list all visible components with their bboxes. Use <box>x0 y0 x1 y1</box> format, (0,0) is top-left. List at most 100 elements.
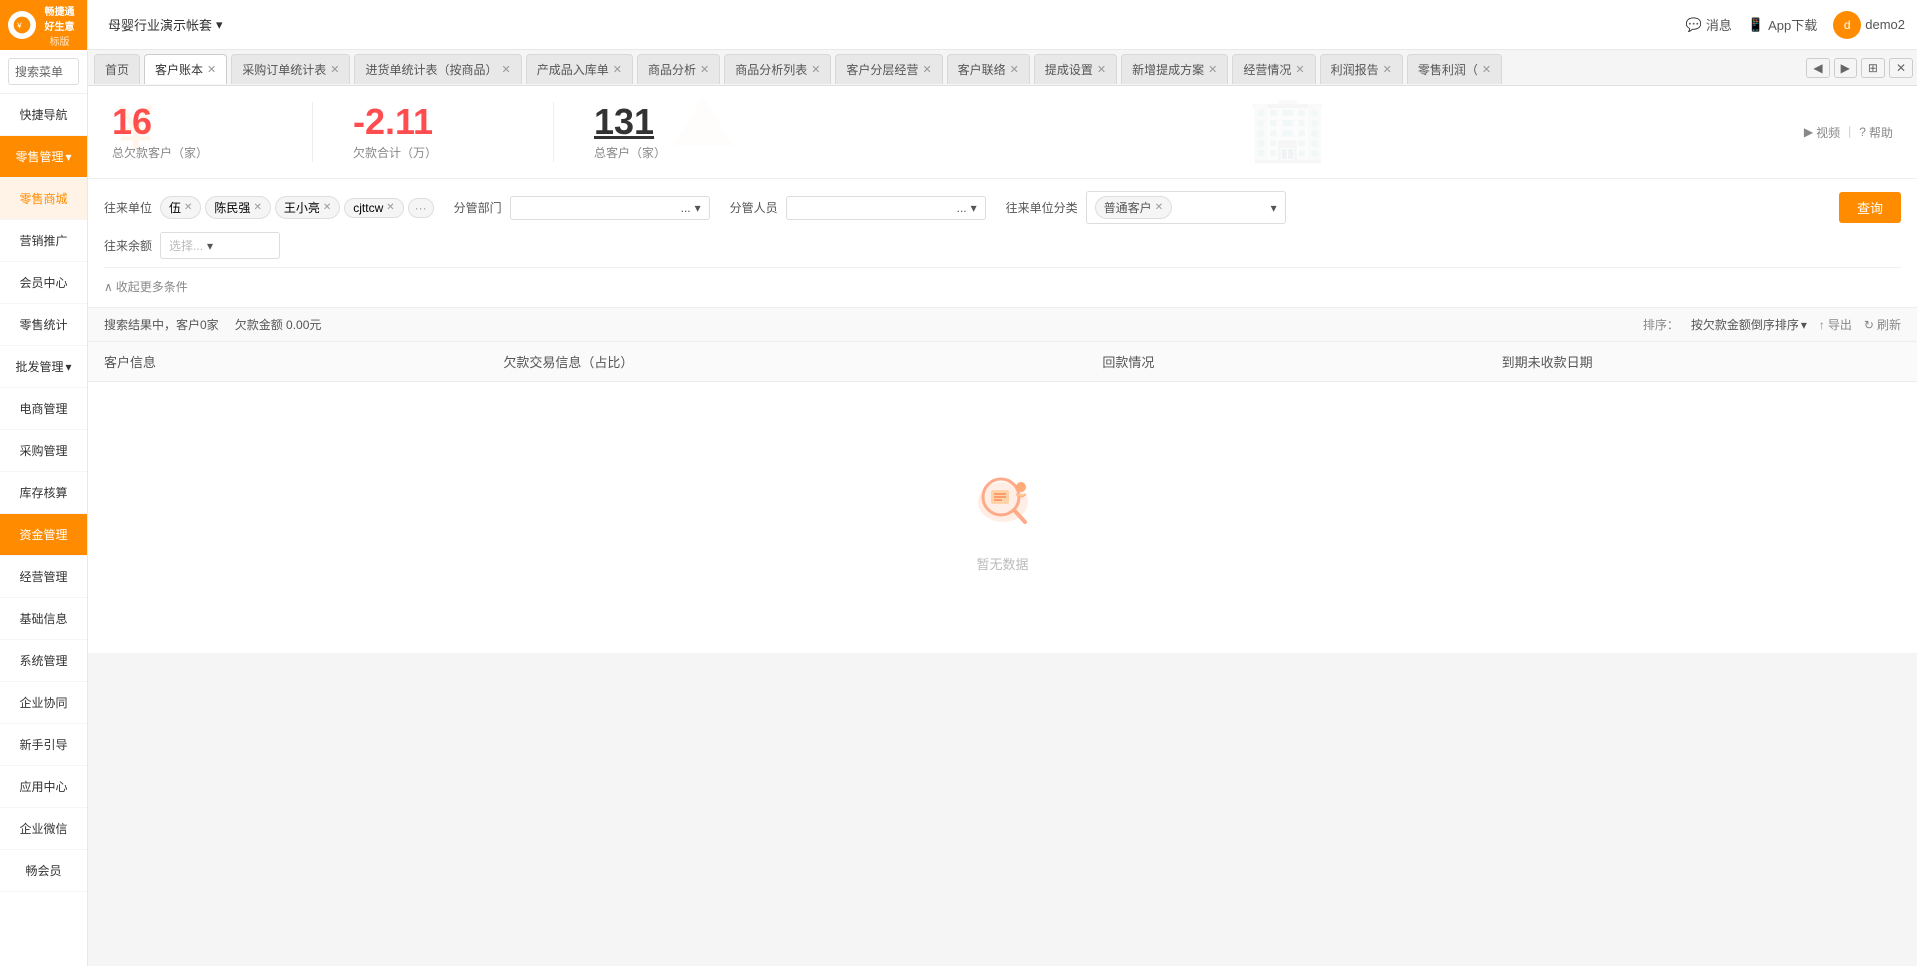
sidebar-item-retail-stats[interactable]: 零售统计 <box>0 304 87 346</box>
chevron-down-icon: ▾ <box>65 150 71 164</box>
sidebar-item-procurement[interactable]: 采购管理 <box>0 430 87 472</box>
tab-close-purchase-order-stats[interactable]: ✕ <box>330 63 339 76</box>
sidebar-item-enterprise-coop[interactable]: 企业协同 <box>0 682 87 724</box>
tab-nav-left[interactable]: ◀ <box>1806 58 1829 78</box>
unit-type-tag: 普通客户 ✕ <box>1095 196 1172 219</box>
stat-total-debt-amount: -2.11 欠款合计（万） <box>353 104 513 161</box>
stat-debt-amount-label: 欠款合计（万） <box>353 144 437 161</box>
tab-close-customer-tier[interactable]: ✕ <box>922 63 931 76</box>
tab-close-operations-status[interactable]: ✕ <box>1295 63 1304 76</box>
filter-collapse-btn[interactable]: ∧ 收起更多条件 <box>104 278 1901 295</box>
stat-bg-icon-2: ✦ <box>668 91 738 176</box>
stat-bg-icon-1: ¥ <box>118 91 154 165</box>
tab-inventory-stats[interactable]: 进货单统计表（按商品） ✕ <box>354 54 521 84</box>
help-btn[interactable]: ? 帮助 <box>1859 124 1893 141</box>
stats-actions: ▶ 视频 | ? 帮助 <box>1804 124 1893 141</box>
refresh-button[interactable]: ↻ 刷新 <box>1864 316 1901 333</box>
stat-bg-icon-3: 🏢 <box>1248 91 1328 166</box>
sidebar-item-wholesale[interactable]: 批发管理 ▾ <box>0 346 87 388</box>
tab-close-inventory-stats[interactable]: ✕ <box>502 63 511 76</box>
sidebar-item-enterprise-wechat[interactable]: 企业微信 <box>0 808 87 850</box>
export-button[interactable]: ↑ 导出 <box>1819 316 1852 333</box>
sidebar-item-inventory[interactable]: 库存核算 <box>0 472 87 514</box>
sidebar-item-retail-management[interactable]: 零售管理 ▾ <box>0 136 87 178</box>
tab-customer-tier[interactable]: 客户分层经营 ✕ <box>835 54 942 84</box>
sidebar: ¥ 畅捷通好生意 标版 搜索菜单 快捷导航 零售管理 ▾ 零售商城 营销推广 会… <box>0 0 88 966</box>
tab-close-retail-profit[interactable]: ✕ <box>1482 63 1491 76</box>
stat-divider-1 <box>312 102 313 162</box>
balance-filter-select[interactable]: 选择... ▾ <box>160 232 280 259</box>
tab-add-commission[interactable]: 新增提成方案 ✕ <box>1121 54 1228 84</box>
refresh-icon: ↻ <box>1864 318 1874 332</box>
tab-customer-ledger[interactable]: 客户账本 ✕ <box>144 54 227 84</box>
filter-more-tags[interactable]: ··· <box>408 198 434 218</box>
tab-close-customer-contact[interactable]: ✕ <box>1010 63 1019 76</box>
sidebar-item-vip-member[interactable]: 畅会员 <box>0 850 87 892</box>
sidebar-item-basic-info[interactable]: 基础信息 <box>0 598 87 640</box>
sidebar-item-ecommerce[interactable]: 电商管理 <box>0 388 87 430</box>
filter-unit-tags: 伍 ✕ 陈民强 ✕ 王小亮 ✕ cjttcw ✕ ··· <box>160 196 434 219</box>
version-selector[interactable]: 母婴行业演示帐套 ▾ <box>100 15 231 34</box>
table-header: 客户信息 欠款交易信息（占比） 回款情况 到期未收款日期 <box>88 342 1917 382</box>
tab-close-all[interactable]: ✕ <box>1889 58 1913 78</box>
results-actions: 排序： 按欠款金额倒序排序 ▾ ↑ 导出 ↻ 刷新 <box>1643 316 1901 333</box>
filter-tag-cjttcw-close[interactable]: ✕ <box>386 202 394 213</box>
tab-home[interactable]: 首页 <box>94 54 140 84</box>
messages-button[interactable]: 💬 消息 <box>1686 15 1732 34</box>
filter-tag-chen-close[interactable]: ✕ <box>253 202 261 213</box>
stat-debt-amount-value: -2.11 <box>353 104 433 140</box>
app-title: 畅捷通好生意 <box>40 3 79 33</box>
filter-tag-wu-close[interactable]: ✕ <box>184 202 192 213</box>
filter-tag-wang-close[interactable]: ✕ <box>323 202 331 213</box>
sidebar-item-finance[interactable]: 资金管理 <box>0 514 87 556</box>
sidebar-item-member-center[interactable]: 会员中心 <box>0 262 87 304</box>
th-repay-status: 回款情况 <box>1102 352 1501 371</box>
video-help-btn[interactable]: ▶ 视频 <box>1804 124 1840 141</box>
sort-select[interactable]: 按欠款金额倒序排序 ▾ <box>1691 316 1807 333</box>
user-avatar-button[interactable]: d demo2 <box>1833 11 1905 39</box>
person-filter-select[interactable]: ... ▾ <box>786 196 986 220</box>
dept-filter-select[interactable]: ... ▾ <box>510 196 710 220</box>
tab-profit-report[interactable]: 利润报告 ✕ <box>1320 54 1403 84</box>
tab-product-analysis-list[interactable]: 商品分析列表 ✕ <box>724 54 831 84</box>
tab-close-customer-ledger[interactable]: ✕ <box>207 63 216 76</box>
tab-retail-profit[interactable]: 零售利润（ ✕ <box>1407 54 1502 84</box>
svg-text:¥: ¥ <box>16 20 22 30</box>
tab-close-profit-report[interactable]: ✕ <box>1383 63 1392 76</box>
sidebar-item-marketing[interactable]: 营销推广 <box>0 220 87 262</box>
export-icon: ↑ <box>1819 318 1825 332</box>
dept-filter-label: 分管部门 <box>454 199 502 216</box>
tab-close-product-analysis-list[interactable]: ✕ <box>811 63 820 76</box>
tab-expand[interactable]: ⊞ <box>1861 58 1885 78</box>
app-download-button[interactable]: 📱 App下载 <box>1748 15 1817 34</box>
tab-nav-right[interactable]: ▶ <box>1834 58 1857 78</box>
filter-tag-wu: 伍 ✕ <box>160 196 201 219</box>
empty-state: 暂无数据 <box>88 382 1917 653</box>
tab-production[interactable]: 产成品入库单 ✕ <box>526 54 633 84</box>
tab-commission-settings[interactable]: 提成设置 ✕ <box>1034 54 1117 84</box>
query-button[interactable]: 查询 <box>1839 192 1901 223</box>
tab-close-commission-settings[interactable]: ✕ <box>1097 63 1106 76</box>
tab-product-analysis[interactable]: 商品分析 ✕ <box>637 54 720 84</box>
sidebar-item-app-center[interactable]: 应用中心 <box>0 766 87 808</box>
empty-icon <box>953 462 1053 542</box>
search-menu-button[interactable]: 搜索菜单 <box>8 58 79 85</box>
unit-type-tag-close[interactable]: ✕ <box>1155 202 1163 213</box>
sidebar-item-system[interactable]: 系统管理 <box>0 640 87 682</box>
sidebar-item-quick-nav[interactable]: 快捷导航 <box>0 94 87 136</box>
th-debt-info: 欠款交易信息（占比） <box>503 352 1102 371</box>
results-bar: 搜索结果中，客户0家 欠款金额 0.00元 排序： 按欠款金额倒序排序 ▾ ↑ … <box>88 308 1917 342</box>
tab-close-add-commission[interactable]: ✕ <box>1208 63 1217 76</box>
filter-row-1: 往来单位 伍 ✕ 陈民强 ✕ 王小亮 ✕ cjttcw <box>104 191 1901 224</box>
tab-customer-contact[interactable]: 客户联络 ✕ <box>947 54 1030 84</box>
chevron-down-icon-unit-type: ▾ <box>1271 201 1277 215</box>
tab-close-production[interactable]: ✕ <box>613 63 622 76</box>
sidebar-item-operations[interactable]: 经营管理 <box>0 556 87 598</box>
tab-operations-status[interactable]: 经营情况 ✕ <box>1232 54 1315 84</box>
tab-close-product-analysis[interactable]: ✕ <box>700 63 709 76</box>
tab-purchase-order-stats[interactable]: 采购订单统计表 ✕ <box>231 54 350 84</box>
unit-type-filter-select[interactable]: 普通客户 ✕ ▾ <box>1086 191 1286 224</box>
sidebar-item-new-guide[interactable]: 新手引导 <box>0 724 87 766</box>
filter-tag-chen: 陈民强 ✕ <box>205 196 270 219</box>
sidebar-item-retail-mall[interactable]: 零售商城 <box>0 178 87 220</box>
